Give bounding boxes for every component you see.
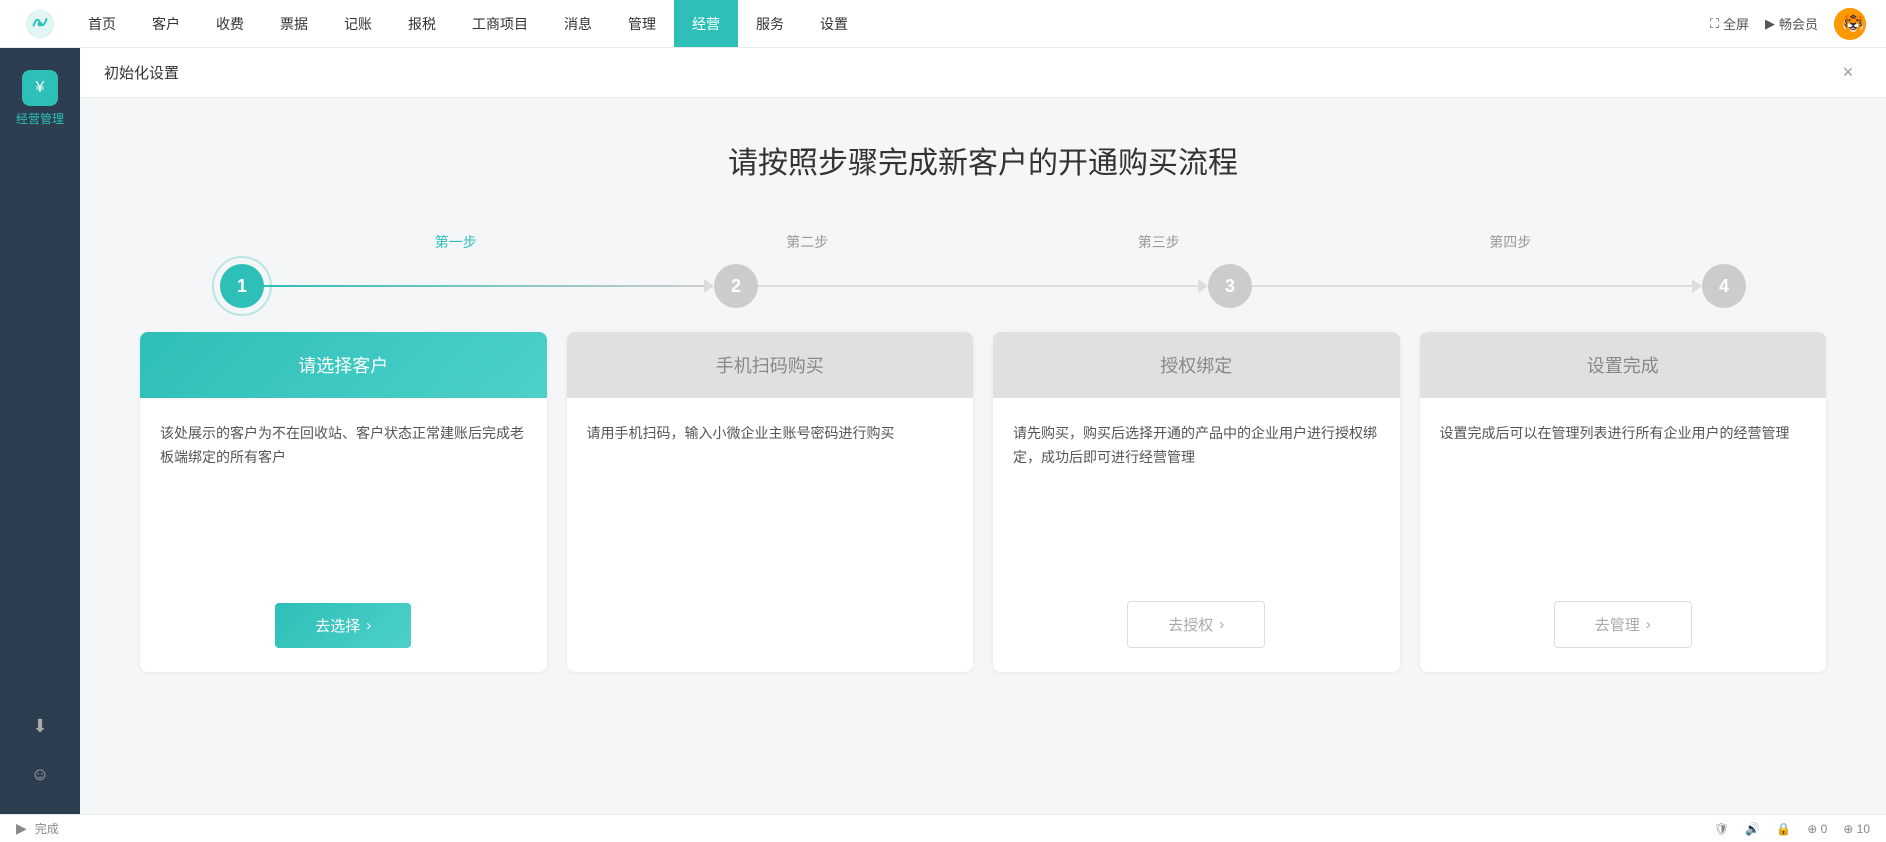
step-card-4-body: 设置完成后可以在管理列表进行所有企业用户的经营管理 (1420, 398, 1827, 585)
nav-item-tax[interactable]: 报税 (390, 0, 454, 47)
lock-icon: 🔒 (1776, 822, 1791, 836)
step-card-4-header: 设置完成 (1420, 332, 1827, 398)
scroll-content: 请按照步骤完成新客户的开通购买流程 第一步 第二步 第三步 第四步 1 2 (80, 98, 1886, 814)
nav-item-home[interactable]: 首页 (70, 0, 134, 47)
nav-item-invoice[interactable]: 票据 (262, 0, 326, 47)
select-customer-button[interactable]: 去选择 › (275, 603, 411, 648)
content-area: 初始化设置 × 请按照步骤完成新客户的开通购买流程 第一步 第二步 第三步 第四… (80, 48, 1886, 814)
play-icon: ▶ (16, 820, 27, 837)
nav-menu: 首页 客户 收费 票据 记账 报税 工商项目 消息 管理 经营 服务 设置 (70, 0, 1710, 47)
help-icon[interactable]: ☺ (20, 754, 60, 794)
step-card-1: 请选择客户 该处展示的客户为不在回收站、客户状态正常建账后完成老板端绑定的所有客… (140, 332, 547, 672)
counter-2: ⊕ 10 (1843, 822, 1870, 836)
operation-icon: ¥ (22, 70, 58, 106)
authorize-button[interactable]: 去授权 › (1127, 601, 1265, 648)
sidebar-bottom: ⬇ ☺ (20, 706, 60, 814)
vip-label: 畅会员 (1779, 14, 1818, 33)
app-logo[interactable] (10, 8, 70, 40)
avatar[interactable]: 🐯 (1834, 8, 1866, 40)
step-label-3: 第三步 (983, 232, 1335, 252)
main-heading: 请按照步骤完成新客户的开通购买流程 (140, 138, 1826, 182)
vip-button[interactable]: ▶ 畅会员 (1765, 14, 1818, 33)
step-card-2-header: 手机扫码购买 (567, 332, 974, 398)
step-circle-1: 1 (220, 264, 264, 308)
step-card-2-body: 请用手机扫码，输入小微企业主账号密码进行购买 (567, 398, 974, 632)
step-label-1: 第一步 (280, 232, 632, 252)
status-text: 完成 (35, 820, 59, 837)
step-line-1 (264, 285, 704, 287)
status-bar: ▶ 完成 🛡 🔊 🔒 ⊕ 0 ⊕ 10 (0, 814, 1886, 842)
step-card-3-footer: 去授权 › (993, 585, 1400, 672)
step-circle-2: 2 (714, 264, 758, 308)
select-customer-arrow: › (366, 617, 371, 634)
step-card-3-body: 请先购买，购买后选择开通的产品中的企业用户进行授权绑定，成功后即可进行经营管理 (993, 398, 1400, 585)
status-bar-right: 🛡 🔊 🔒 ⊕ 0 ⊕ 10 (1714, 822, 1870, 836)
step-arrow-3 (1692, 279, 1702, 293)
manage-arrow: › (1646, 616, 1651, 633)
step-indicators: 1 2 3 4 (140, 264, 1826, 308)
step-card-4: 设置完成 设置完成后可以在管理列表进行所有企业用户的经营管理 去管理 › (1420, 332, 1827, 672)
step-arrow-2 (1198, 279, 1208, 293)
step-label-4: 第四步 (1335, 232, 1687, 252)
status-bar-left: ▶ 完成 (16, 820, 59, 837)
nav-item-fee[interactable]: 收费 (198, 0, 262, 47)
step-line-3 (1252, 285, 1692, 287)
sidebar-item-operation[interactable]: ¥ 经营管理 (0, 58, 80, 139)
step-card-1-footer: 去选择 › (140, 587, 547, 672)
volume-icon: 🔊 (1745, 822, 1760, 836)
authorize-label: 去授权 (1168, 614, 1213, 635)
step-card-2: 手机扫码购买 请用手机扫码，输入小微企业主账号密码进行购买 (567, 332, 974, 672)
sidebar: ¥ 经营管理 ⬇ ☺ (0, 48, 80, 814)
content-header: 初始化设置 × (80, 48, 1886, 98)
step-labels: 第一步 第二步 第三步 第四步 (140, 232, 1826, 252)
nav-item-accounting[interactable]: 记账 (326, 0, 390, 47)
download-icon[interactable]: ⬇ (20, 706, 60, 746)
step-card-3: 授权绑定 请先购买，购买后选择开通的产品中的企业用户进行授权绑定，成功后即可进行… (993, 332, 1400, 672)
nav-item-manage[interactable]: 管理 (610, 0, 674, 47)
step-circle-4: 4 (1702, 264, 1746, 308)
step-indicator-1: 1 (220, 264, 714, 308)
step-indicator-2: 2 (714, 264, 1208, 308)
step-circle-3: 3 (1208, 264, 1252, 308)
step-cards: 请选择客户 该处展示的客户为不在回收站、客户状态正常建账后完成老板端绑定的所有客… (140, 332, 1826, 672)
step-indicator-4: 4 (1702, 264, 1746, 308)
step-card-4-footer: 去管理 › (1420, 585, 1827, 672)
step-label-2: 第二步 (632, 232, 984, 252)
select-customer-label: 去选择 (315, 615, 360, 636)
nav-item-message[interactable]: 消息 (546, 0, 610, 47)
shield-icon: 🛡 (1714, 822, 1729, 836)
counter-1: ⊕ 0 (1807, 822, 1827, 836)
nav-item-operation[interactable]: 经营 (674, 0, 738, 47)
nav-item-industry[interactable]: 工商项目 (454, 0, 546, 47)
nav-item-settings[interactable]: 设置 (802, 0, 866, 47)
sidebar-item-label: 经营管理 (16, 110, 64, 127)
step-card-2-footer (567, 632, 974, 672)
manage-label: 去管理 (1595, 614, 1640, 635)
step-arrow-1 (704, 279, 714, 293)
close-button[interactable]: × (1834, 59, 1862, 87)
step-card-1-body: 该处展示的客户为不在回收站、客户状态正常建账后完成老板端绑定的所有客户 (140, 398, 547, 587)
step-card-3-header: 授权绑定 (993, 332, 1400, 398)
nav-right-controls: ⛶ 全屏 ▶ 畅会员 🐯 (1710, 8, 1886, 40)
main-layout: ¥ 经营管理 ⬇ ☺ 初始化设置 × 请按照步骤完成新客户的开通购买流程 第一步… (0, 48, 1886, 814)
video-icon: ▶ (1765, 16, 1775, 32)
fullscreen-button[interactable]: ⛶ 全屏 (1710, 14, 1749, 33)
step-line-2 (758, 285, 1198, 287)
page-title: 初始化设置 (104, 62, 179, 83)
nav-item-service[interactable]: 服务 (738, 0, 802, 47)
manage-button[interactable]: 去管理 › (1554, 601, 1692, 648)
step-indicator-3: 3 (1208, 264, 1702, 308)
top-navigation: 首页 客户 收费 票据 记账 报税 工商项目 消息 管理 经营 服务 设置 ⛶ … (0, 0, 1886, 48)
step-card-1-header: 请选择客户 (140, 332, 547, 398)
fullscreen-label: 全屏 (1723, 14, 1749, 33)
fullscreen-icon: ⛶ (1710, 16, 1719, 32)
nav-item-customer[interactable]: 客户 (134, 0, 198, 47)
svg-text:🐯: 🐯 (1842, 13, 1864, 34)
authorize-arrow: › (1219, 616, 1224, 633)
